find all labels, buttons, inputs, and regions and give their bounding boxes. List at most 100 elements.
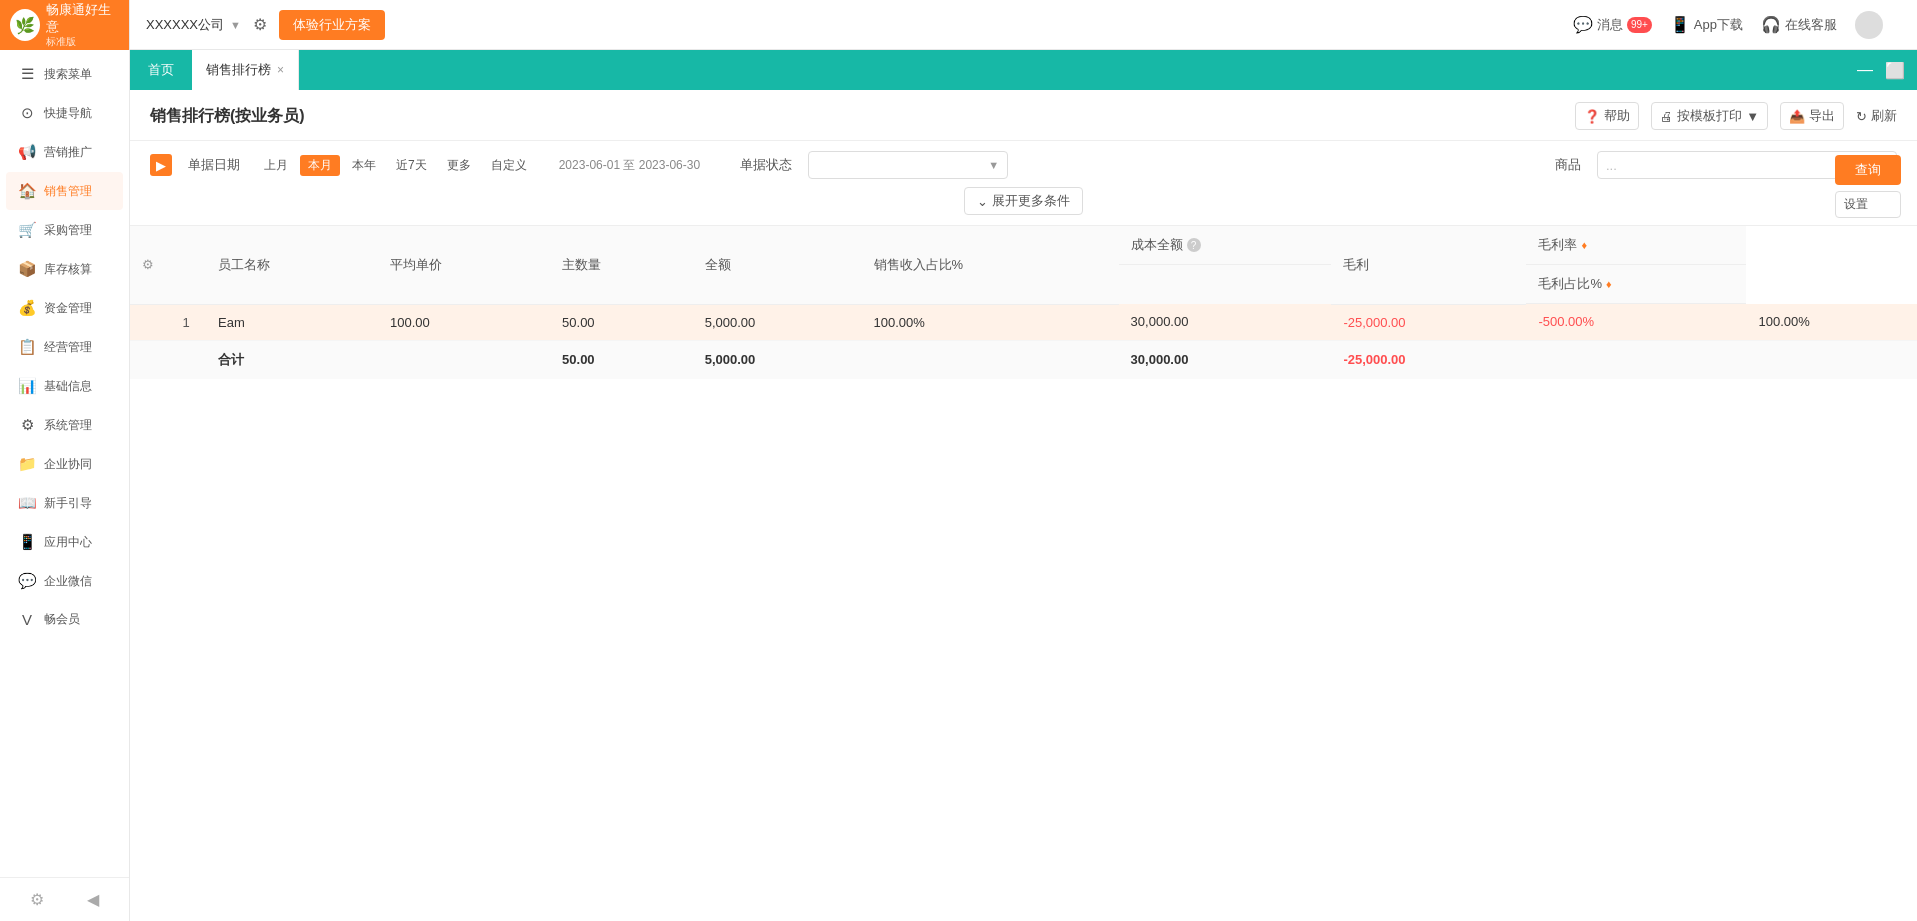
company-select[interactable]: XXXXXX公司 ▼ — [146, 16, 241, 34]
sidebar-icon-guide: 📖 — [18, 494, 36, 512]
sidebar-item-system[interactable]: ⚙ 系统管理 — [6, 406, 123, 444]
sidebar-item-quick-nav[interactable]: ⊙ 快捷导航 — [6, 94, 123, 132]
date-tab-prev-month[interactable]: 上月 — [256, 155, 296, 176]
date-tab-curr-year[interactable]: 本年 — [344, 155, 384, 176]
sidebar-item-guide[interactable]: 📖 新手引导 — [6, 484, 123, 522]
footer-label: 合计 — [206, 340, 378, 379]
help-button[interactable]: ❓ 帮助 — [1575, 102, 1639, 130]
sidebar-nav: ☰ 搜索菜单 ⊙ 快捷导航 📢 营销推广 🏠 销售管理 🛒 采购管理 📦 库存核… — [0, 50, 129, 877]
sidebar-label-system: 系统管理 — [44, 417, 92, 434]
cell-cost: 30,000.00 — [1119, 304, 1332, 340]
logo-text: 畅康通好生意 标准版 — [46, 2, 119, 49]
cell-margin: -500.00% — [1526, 304, 1746, 340]
query-button[interactable]: 查询 — [1835, 155, 1901, 185]
expand-more-btn[interactable]: ⌄ 展开更多条件 — [964, 187, 1083, 215]
cell-avg-price: 100.00 — [378, 304, 550, 340]
goods-filter-label: 商品 — [1555, 156, 1581, 174]
user-avatar[interactable] — [1855, 11, 1883, 39]
sidebar-icon-inventory: 📦 — [18, 260, 36, 278]
content: 销售排行榜(按业务员) ❓ 帮助 🖨 按模板打印 ▼ 📤 导出 ↻ 刷新 — [130, 90, 1917, 921]
date-tab-custom[interactable]: 自定义 — [483, 155, 535, 176]
print-dropdown-arrow: ▼ — [1746, 109, 1759, 124]
footer-quantity: 50.00 — [550, 340, 693, 379]
cell-sales-pct: 100.00% — [862, 304, 1119, 340]
print-icon: 🖨 — [1660, 109, 1673, 124]
sidebar-item-marketing[interactable]: 📢 营销推广 — [6, 133, 123, 171]
sidebar-icon-app-center: 📱 — [18, 533, 36, 551]
company-name: XXXXXX公司 — [146, 16, 224, 34]
footer-margin — [1526, 340, 1746, 379]
tab-close-icon[interactable]: × — [277, 63, 284, 77]
topbar-settings-icon[interactable]: ⚙ — [253, 15, 267, 34]
date-tab-more[interactable]: 更多 — [439, 155, 479, 176]
settings-button[interactable]: 设置 — [1835, 191, 1901, 218]
message-item[interactable]: 💬 消息 99+ — [1573, 15, 1652, 34]
sidebar-item-purchase[interactable]: 🛒 采购管理 — [6, 211, 123, 249]
export-icon: 📤 — [1789, 109, 1805, 124]
message-icon: 💬 — [1573, 15, 1593, 34]
sidebar-icon-marketing: 📢 — [18, 143, 36, 161]
sidebar-label-quick-nav: 快捷导航 — [44, 105, 92, 122]
query-settings-area: 查询 设置 — [1835, 155, 1901, 218]
col-name: 员工名称 — [206, 226, 378, 304]
sidebar-icon-search-order: ☰ — [18, 65, 36, 83]
refresh-button[interactable]: ↻ 刷新 — [1856, 107, 1897, 125]
sidebar-icon-operation: 📋 — [18, 338, 36, 356]
col-settings[interactable]: ⚙ — [130, 226, 166, 304]
sidebar-item-enterprise[interactable]: 📁 企业协同 — [6, 445, 123, 483]
tab-sales-ranking[interactable]: 销售排行榜 × — [192, 50, 299, 90]
sidebar-icon-enterprise: 📁 — [18, 455, 36, 473]
cell-name: Eam — [206, 304, 378, 340]
sidebar-icon-member: V — [18, 611, 36, 628]
sidebar-item-finance[interactable]: 💰 资金管理 — [6, 289, 123, 327]
help-icon: ❓ — [1584, 109, 1600, 124]
sidebar-icon-sales: 🏠 — [18, 182, 36, 200]
sidebar-item-operation[interactable]: 📋 经营管理 — [6, 328, 123, 366]
date-tab-curr-month[interactable]: 本月 — [300, 155, 340, 176]
status-select[interactable]: ▼ — [808, 151, 1008, 179]
tabbar: 首页 销售排行榜 × — ⬜ — [130, 50, 1917, 90]
topbar: XXXXXX公司 ▼ ⚙ 体验行业方案 💬 消息 99+ 📱 App下载 🎧 在… — [130, 0, 1917, 50]
tab-maximize-icon[interactable]: ⬜ — [1885, 61, 1905, 80]
filter-expand-arrow[interactable]: ▶ — [150, 154, 172, 176]
trial-button[interactable]: 体验行业方案 — [279, 10, 385, 40]
sidebar-item-wechat[interactable]: 💬 企业微信 — [6, 562, 123, 600]
date-tab-last7[interactable]: 近7天 — [388, 155, 435, 176]
sidebar-item-search-order[interactable]: ☰ 搜索菜单 — [6, 55, 123, 93]
table-footer-row: 合计 50.00 5,000.00 30,000.00 -25,000.00 — [130, 340, 1917, 379]
company-dropdown-arrow: ▼ — [230, 19, 241, 31]
footer-rank — [166, 340, 206, 379]
sidebar: 🌿 畅康通好生意 标准版 ☰ 搜索菜单 ⊙ 快捷导航 📢 营销推广 🏠 销售管理… — [0, 0, 130, 921]
sidebar-item-basic[interactable]: 📊 基础信息 — [6, 367, 123, 405]
export-button[interactable]: 📤 导出 — [1780, 102, 1844, 130]
cell-settings — [130, 304, 166, 340]
expand-icon: ⌄ — [977, 194, 988, 209]
sidebar-label-purchase: 采购管理 — [44, 222, 92, 239]
col-quantity: 主数量 — [550, 226, 693, 304]
sidebar-label-finance: 资金管理 — [44, 300, 92, 317]
sidebar-icon-purchase: 🛒 — [18, 221, 36, 239]
sidebar-item-member[interactable]: V 畅会员 — [6, 601, 123, 638]
col-avg-price: 平均单价 — [378, 226, 550, 304]
print-button[interactable]: 🖨 按模板打印 ▼ — [1651, 102, 1768, 130]
sidebar-item-app-center[interactable]: 📱 应用中心 — [6, 523, 123, 561]
sidebar-collapse-icon[interactable]: ◀ — [83, 886, 103, 913]
app-download-item[interactable]: 📱 App下载 — [1670, 15, 1743, 34]
col-margin: 毛利率 ♦ — [1526, 226, 1746, 265]
service-item[interactable]: 🎧 在线客服 — [1761, 15, 1837, 34]
footer-cost: 30,000.00 — [1119, 340, 1332, 379]
sidebar-label-app-center: 应用中心 — [44, 534, 92, 551]
tab-minimize-icon[interactable]: — — [1857, 61, 1873, 79]
sidebar-item-sales[interactable]: 🏠 销售管理 — [6, 172, 123, 210]
logo-icon: 🌿 — [10, 9, 40, 41]
filter-bar: ▶ 单据日期 上月 本月 本年 近7天 更多 自定义 2023-06-01 至 … — [130, 141, 1917, 226]
sidebar-label-search-order: 搜索菜单 — [44, 66, 92, 83]
sidebar-item-inventory[interactable]: 📦 库存核算 — [6, 250, 123, 288]
sidebar-icon-system: ⚙ — [18, 416, 36, 434]
footer-sales-pct — [862, 340, 1119, 379]
tab-home[interactable]: 首页 — [130, 50, 192, 90]
col-cost: 成本全额 ? — [1119, 226, 1332, 265]
sidebar-settings-icon[interactable]: ⚙ — [26, 886, 48, 913]
sidebar-icon-finance: 💰 — [18, 299, 36, 317]
cell-profit: -25,000.00 — [1331, 304, 1526, 340]
